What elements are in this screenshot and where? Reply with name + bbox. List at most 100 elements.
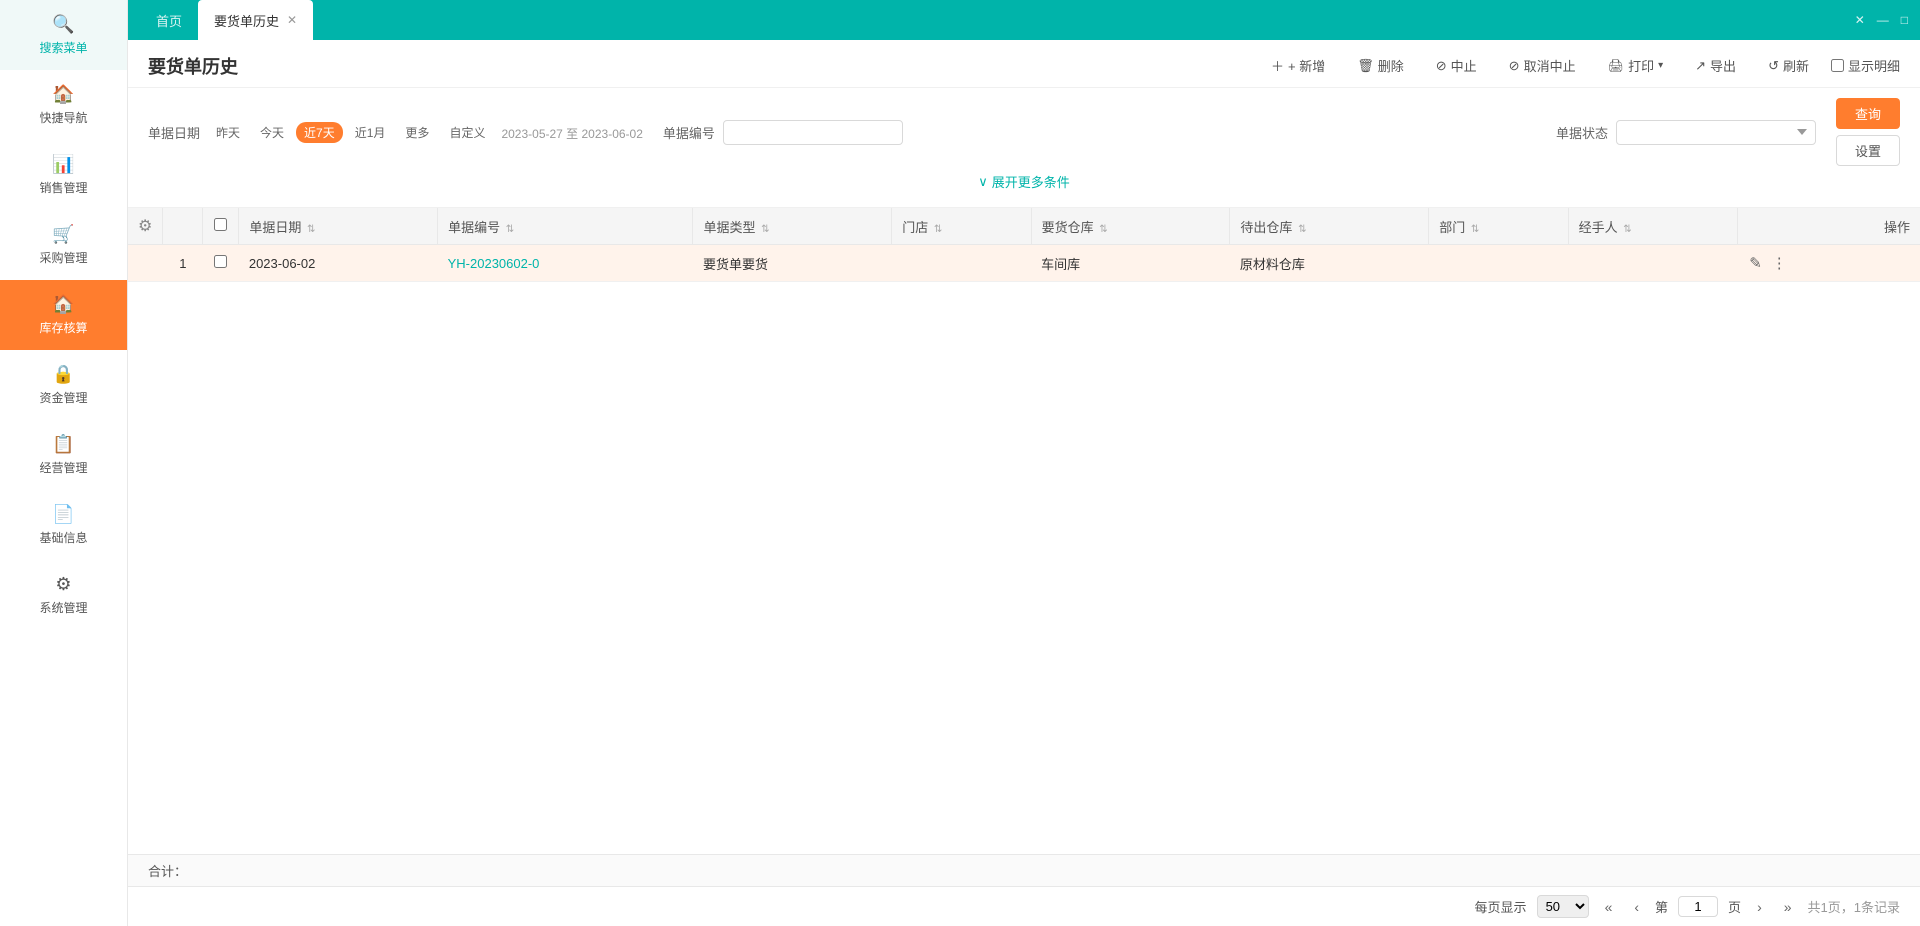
header-actions: ＋ + 新增 🗑 删除 ⊘ 中止 ⊘ 取消中止 🖨 打印 (1261, 52, 1900, 79)
doc-no-link[interactable]: YH-20230602-0 (448, 256, 540, 271)
print-icon: 🖨 (1608, 58, 1625, 74)
th-store-label: 门店 (902, 220, 928, 235)
column-settings-icon[interactable]: ⚙ (138, 218, 152, 235)
expand-more-conditions[interactable]: ∨ 展开更多条件 (148, 166, 1900, 197)
delete-icon: 🗑 (1357, 58, 1374, 74)
td-checkbox (203, 245, 239, 282)
th-date-label: 单据日期 (249, 220, 301, 235)
stop-button[interactable]: ⊘ 中止 (1426, 52, 1487, 79)
total-info: 共1页，1条记录 (1808, 897, 1900, 916)
page-label: 页 (1728, 897, 1741, 916)
display-detail-toggle[interactable]: 显示明细 (1831, 56, 1900, 75)
tab-order-history[interactable]: 要货单历史 ✕ (198, 0, 313, 40)
sidebar-item-system[interactable]: ⚙ 系统管理 (0, 560, 127, 630)
td-pending-warehouse: 原材料仓库 (1230, 245, 1429, 282)
display-detail-checkbox[interactable] (1831, 59, 1844, 72)
table-body: 1 2023-06-02 YH-20230602-0 要货单要货 车间库 原材料… (128, 245, 1920, 282)
clipboard-icon: 📋 (52, 434, 74, 455)
orders-table: ⚙ 单据日期 ⇅ 单据编号 ⇅ (128, 208, 1920, 282)
refresh-label: 刷新 (1783, 56, 1809, 75)
window-minimize-icon[interactable]: — (1877, 13, 1889, 27)
sidebar-item-label: 快捷导航 (39, 109, 87, 126)
window-close-icon[interactable]: ✕ (1855, 13, 1865, 27)
th-date: 单据日期 ⇅ (239, 208, 438, 245)
sidebar-item-operations[interactable]: 📋 经营管理 (0, 420, 127, 490)
date-shortcut-last7days[interactable]: 近7天 (296, 122, 343, 143)
th-req-warehouse: 要货仓库 ⇅ (1031, 208, 1230, 245)
sidebar-item-search-menu[interactable]: 🔍 搜索菜单 (0, 0, 127, 70)
last-page-button[interactable]: » (1778, 897, 1798, 917)
td-row-settings (128, 245, 163, 282)
doc-no-filter-group: 单据编号 (663, 120, 903, 145)
sort-icon-dept[interactable]: ⇅ (1471, 224, 1479, 235)
sort-icon-handler[interactable]: ⇅ (1623, 224, 1631, 235)
tab-home[interactable]: 首页 (140, 0, 198, 40)
sidebar-item-sales[interactable]: 📊 销售管理 (0, 140, 127, 210)
date-shortcut-today[interactable]: 今天 (252, 122, 292, 143)
sort-icon-date[interactable]: ⇅ (307, 224, 315, 235)
sidebar-item-purchase[interactable]: 🛒 采购管理 (0, 210, 127, 280)
tab-order-history-label: 要货单历史 (214, 11, 279, 30)
row-edit-icon[interactable]: ✎ (1747, 252, 1764, 274)
date-shortcut-more[interactable]: 更多 (397, 122, 437, 143)
td-department (1429, 245, 1568, 282)
query-buttons: 查询 设置 (1836, 98, 1900, 166)
date-filter-group: 单据日期 昨天 今天 近7天 近1月 更多 自定义 2023-05-27 至 2… (148, 122, 643, 143)
refresh-icon: ↺ (1768, 58, 1779, 74)
search-icon: 🔍 (52, 14, 74, 35)
page-header: 要货单历史 ＋ + 新增 🗑 删除 ⊘ 中止 ⊘ 取消中止 (128, 40, 1920, 88)
sidebar-item-label: 采购管理 (39, 249, 87, 266)
date-shortcut-yesterday[interactable]: 昨天 (208, 122, 248, 143)
new-button[interactable]: ＋ + 新增 (1261, 52, 1335, 79)
next-page-button[interactable]: › (1751, 897, 1768, 917)
window-maximize-icon[interactable]: □ (1901, 13, 1908, 27)
export-button[interactable]: ↗ 导出 (1685, 52, 1746, 79)
status-select[interactable] (1616, 120, 1816, 145)
delete-button[interactable]: 🗑 删除 (1347, 52, 1414, 79)
date-shortcut-last-month[interactable]: 近1月 (347, 122, 394, 143)
query-button[interactable]: 查询 (1836, 98, 1900, 129)
sort-icon-doctype[interactable]: ⇅ (761, 224, 769, 235)
cancel-stop-button[interactable]: ⊘ 取消中止 (1499, 52, 1586, 79)
sort-icon-store[interactable]: ⇅ (934, 224, 942, 235)
page-number-input[interactable] (1678, 896, 1718, 917)
sort-icon-pending-wh[interactable]: ⇅ (1298, 224, 1306, 235)
sidebar-item-finance[interactable]: 🔒 资金管理 (0, 350, 127, 420)
th-operations-label: 操作 (1884, 220, 1910, 235)
status-label: 单据状态 (1556, 123, 1608, 142)
first-page-button[interactable]: « (1599, 897, 1619, 917)
print-dropdown-icon: ▾ (1658, 60, 1663, 71)
doc-no-label: 单据编号 (663, 123, 715, 142)
per-page-select[interactable]: 50 100 200 (1537, 895, 1589, 918)
sidebar-item-quick-nav[interactable]: 🏠 快捷导航 (0, 70, 127, 140)
new-label: + 新增 (1288, 56, 1325, 75)
prev-page-button[interactable]: ‹ (1628, 897, 1645, 917)
pagination: 每页显示 50 100 200 « ‹ 第 页 › » 共1页，1条记录 (128, 886, 1920, 926)
page-title: 要货单历史 (148, 53, 1261, 79)
per-page-label: 每页显示 (1475, 897, 1527, 916)
cart-icon: 🛒 (52, 224, 74, 245)
refresh-button[interactable]: ↺ 刷新 (1758, 52, 1819, 79)
table-row: 1 2023-06-02 YH-20230602-0 要货单要货 车间库 原材料… (128, 245, 1920, 282)
th-doc-no-label: 单据编号 (448, 220, 500, 235)
status-filter-group: 单据状态 (923, 120, 1816, 145)
td-store (892, 245, 1031, 282)
delete-label: 删除 (1378, 56, 1404, 75)
select-all-checkbox[interactable] (214, 218, 227, 231)
settings-button[interactable]: 设置 (1836, 135, 1900, 166)
sort-icon-req-wh[interactable]: ⇅ (1099, 224, 1107, 235)
print-button[interactable]: 🖨 打印 ▾ (1598, 52, 1674, 79)
sort-icon-docno[interactable]: ⇅ (506, 224, 514, 235)
th-pending-warehouse-label: 待出仓库 (1240, 220, 1292, 235)
tab-close-icon[interactable]: ✕ (287, 13, 297, 27)
sidebar-item-basic-info[interactable]: 📄 基础信息 (0, 490, 127, 560)
sidebar-item-inventory[interactable]: 🏠 库存核算 (0, 280, 127, 350)
sidebar: 🔍 搜索菜单 🏠 快捷导航 📊 销售管理 🛒 采购管理 🏠 库存核算 🔒 资金管… (0, 0, 128, 926)
print-label: 打印 (1628, 56, 1654, 75)
plus-icon: ＋ (1271, 56, 1284, 75)
date-shortcut-custom[interactable]: 自定义 (441, 122, 493, 143)
sidebar-item-label: 库存核算 (39, 319, 87, 336)
doc-no-input[interactable] (723, 120, 903, 145)
row-more-icon[interactable]: ⋮ (1770, 252, 1789, 274)
row-checkbox[interactable] (214, 255, 227, 268)
